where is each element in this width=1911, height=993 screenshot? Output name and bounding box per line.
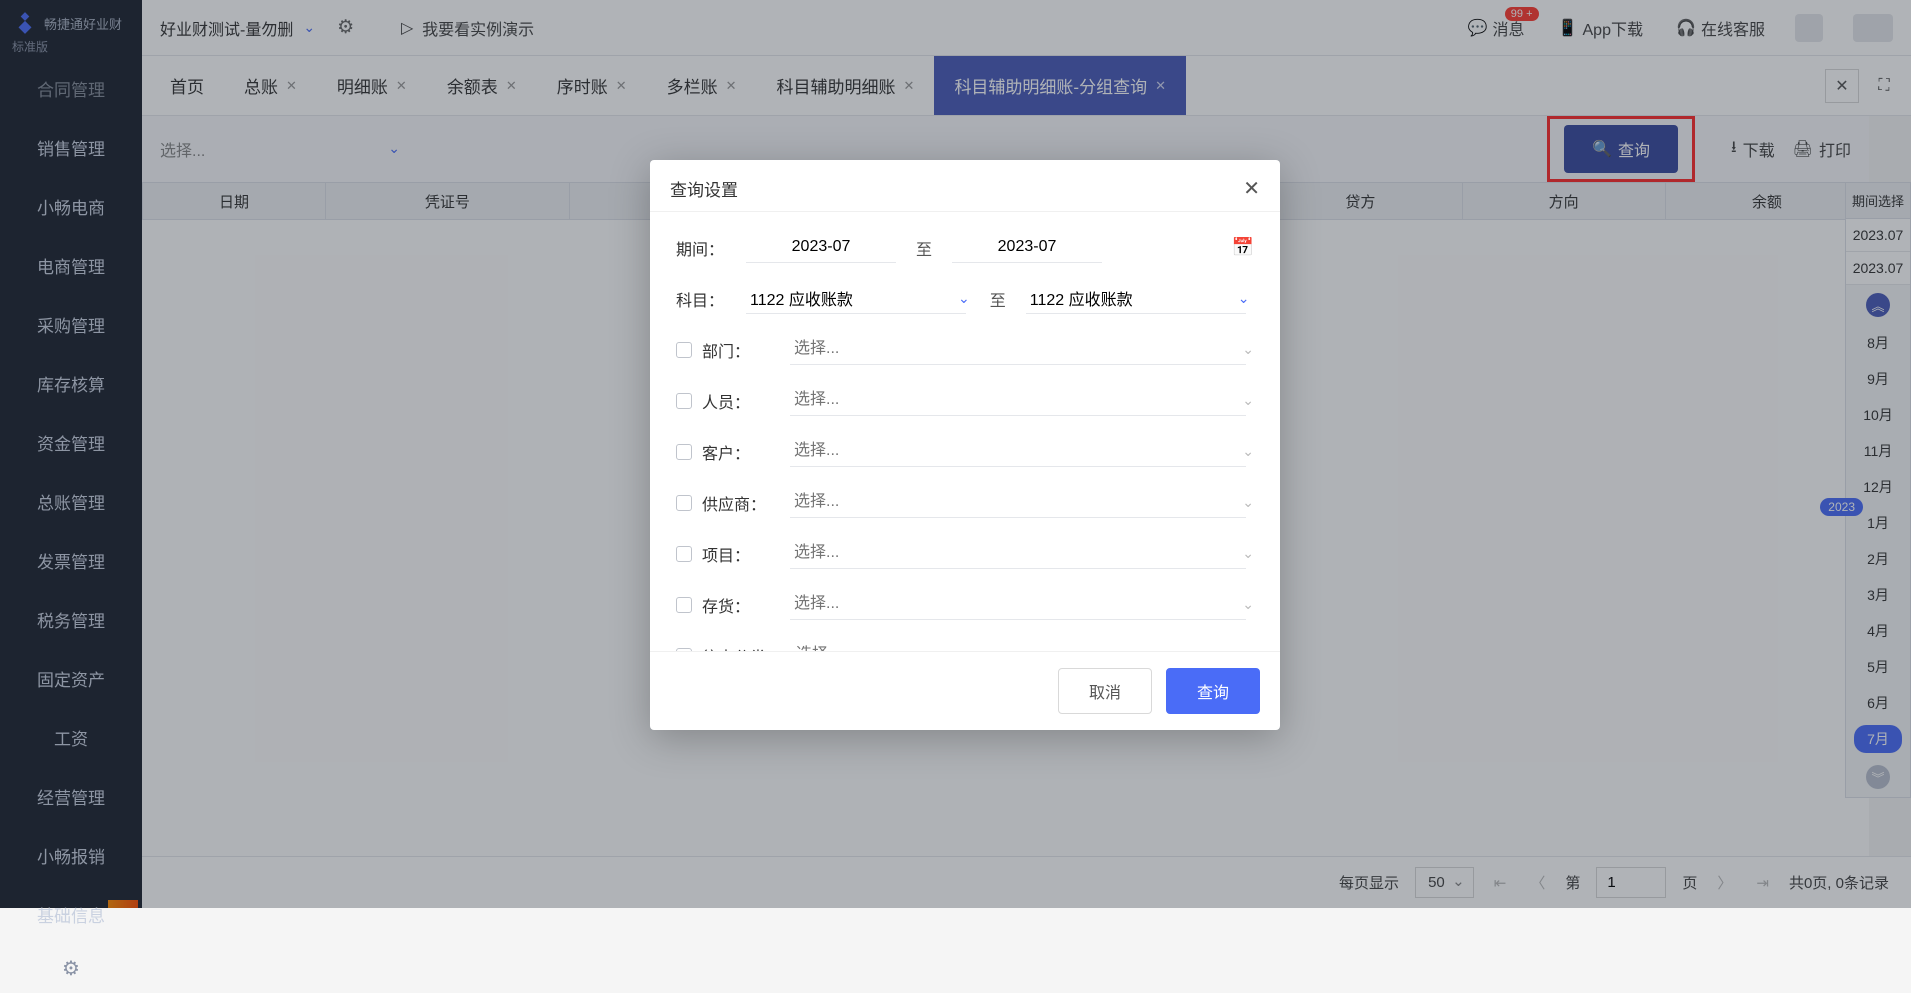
filter-label: 供应商： (702, 491, 780, 515)
filter-row: 部门： ⌄ (670, 324, 1274, 375)
settings-icon[interactable]: ⚙ (62, 958, 80, 980)
filter-select-input[interactable] (790, 589, 1246, 620)
cancel-label: 取消 (1089, 685, 1121, 702)
modal-title: 查询设置 (670, 176, 738, 201)
modal-body: 期间： 至 📅 科目： ⌄ 至 ⌄ 部门：⌄人员：⌄客户：⌄供应商：⌄项目：⌄存… (650, 211, 1280, 651)
modal-footer: 取消 查询 (650, 651, 1280, 730)
period-to-input[interactable] (952, 232, 1102, 263)
subject-to-input[interactable] (1026, 283, 1246, 314)
period-to-label: 至 (906, 236, 942, 260)
chevron-down-icon[interactable]: ⌄ (1242, 392, 1254, 409)
period-label: 期间： (676, 236, 736, 260)
filter-row: 供应商： ⌄ (670, 477, 1274, 528)
confirm-button[interactable]: 查询 (1166, 668, 1260, 714)
filter-select-input[interactable] (792, 640, 1246, 651)
modal-header: 查询设置 ✕ (650, 160, 1280, 211)
filter-label: 存货： (702, 593, 780, 617)
chevron-down-icon[interactable]: ⌄ (1242, 545, 1254, 562)
filter-select-input[interactable] (790, 487, 1246, 518)
filter-select-input[interactable] (790, 538, 1246, 569)
filter-checkbox[interactable] (676, 597, 692, 613)
cancel-button[interactable]: 取消 (1058, 668, 1152, 714)
filter-select-input[interactable] (790, 385, 1246, 416)
chevron-down-icon[interactable]: ⌄ (1238, 290, 1250, 307)
filter-label: 项目： (702, 542, 780, 566)
period-from-input[interactable] (746, 232, 896, 263)
filter-checkbox[interactable] (676, 444, 692, 460)
subject-label: 科目： (676, 287, 736, 311)
filter-label: 人员： (702, 389, 780, 413)
chevron-down-icon[interactable]: ⌄ (1242, 443, 1254, 460)
filter-row: 项目： ⌄ (670, 528, 1274, 579)
subject-row: 科目： ⌄ 至 ⌄ (670, 273, 1274, 324)
filter-checkbox[interactable] (676, 342, 692, 358)
filter-row: 往来分类：⌄ (670, 630, 1274, 651)
filter-row: 人员： ⌄ (670, 375, 1274, 426)
modal-close-button[interactable]: ✕ (1243, 176, 1260, 201)
filter-label: 往来分类： (702, 644, 782, 652)
filter-row: 存货： ⌄ (670, 579, 1274, 630)
sidebar-footer: ⚙ (0, 944, 142, 993)
subject-to-label: 至 (980, 287, 1016, 311)
period-row: 期间： 至 📅 (670, 222, 1274, 273)
filter-select-input[interactable] (790, 436, 1246, 467)
subject-from-input[interactable] (746, 283, 966, 314)
chevron-down-icon[interactable]: ⌄ (1242, 596, 1254, 613)
calendar-icon[interactable]: 📅 (1232, 237, 1254, 258)
query-settings-modal: 查询设置 ✕ 期间： 至 📅 科目： ⌄ 至 ⌄ 部门：⌄人员：⌄客户：⌄供应商… (650, 160, 1280, 730)
filter-checkbox[interactable] (676, 393, 692, 409)
filter-label: 客户： (702, 440, 780, 464)
filter-row: 客户： ⌄ (670, 426, 1274, 477)
filter-select-input[interactable] (790, 334, 1246, 365)
filter-label: 部门： (702, 338, 780, 362)
filter-checkbox[interactable] (676, 546, 692, 562)
chevron-down-icon[interactable]: ⌄ (1242, 341, 1254, 358)
confirm-label: 查询 (1197, 685, 1229, 702)
chevron-down-icon[interactable]: ⌄ (1242, 494, 1254, 511)
filter-checkbox[interactable] (676, 495, 692, 511)
chevron-down-icon[interactable]: ⌄ (958, 290, 970, 307)
